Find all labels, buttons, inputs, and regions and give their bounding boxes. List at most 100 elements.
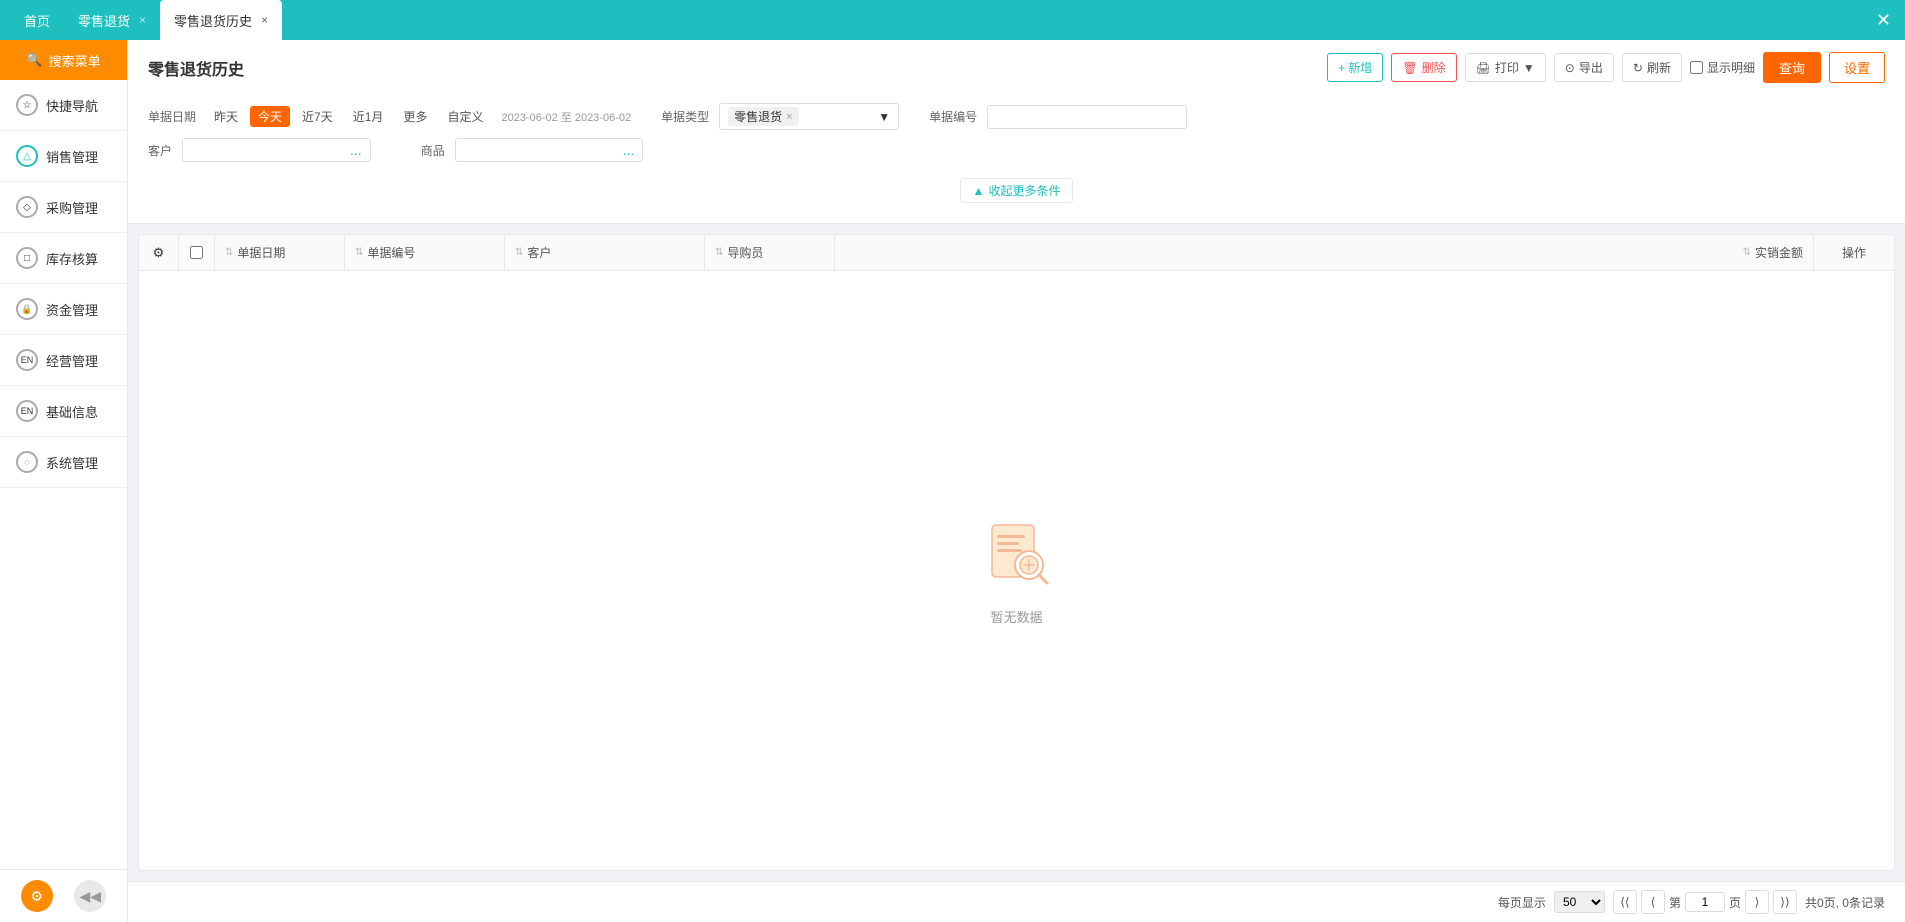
date-opt-custom[interactable]: 自定义 bbox=[439, 106, 491, 127]
date-opt-1month[interactable]: 近1月 bbox=[345, 106, 392, 127]
th-amount[interactable]: ⇅ 实销金额 bbox=[835, 235, 1814, 270]
th-customer[interactable]: ⇅ 客户 bbox=[505, 235, 705, 270]
sidebar-item-quick-nav[interactable]: ☆ 快捷导航 bbox=[0, 80, 127, 131]
search-icon: 🔍 bbox=[26, 52, 42, 68]
customer-input[interactable] bbox=[191, 143, 346, 157]
print-icon: 🖨 bbox=[1476, 61, 1491, 75]
bill-no-input[interactable] bbox=[987, 105, 1187, 129]
last-page-button[interactable]: ⟩⟩ bbox=[1773, 890, 1797, 914]
th-date-sort-icon: ⇅ bbox=[225, 247, 233, 258]
refresh-button-label: 刷新 bbox=[1647, 59, 1671, 76]
sidebar-search-button[interactable]: 🔍 搜索菜单 bbox=[0, 40, 127, 80]
page-input[interactable] bbox=[1685, 892, 1725, 912]
first-page-button[interactable]: ⟨⟨ bbox=[1613, 890, 1637, 914]
collapse-label: 收起更多条件 bbox=[988, 182, 1060, 199]
sidebar-item-basic-info-label: 基础信息 bbox=[46, 402, 98, 421]
empty-state: 暂无数据 bbox=[139, 271, 1894, 870]
setting-button[interactable]: 设置 bbox=[1829, 52, 1885, 83]
filter-row-1: 单据日期 昨天 今天 近7天 近1月 更多 自定义 2023-06-02 至 2… bbox=[148, 103, 1885, 130]
sidebar-collapse-button[interactable]: ◀◀ bbox=[74, 880, 106, 912]
bill-type-dropdown-icon: ▼ bbox=[878, 110, 890, 124]
quick-nav-icon: ☆ bbox=[16, 94, 38, 116]
sidebar-bottom: ⚙ ◀◀ bbox=[0, 869, 127, 922]
th-guide[interactable]: ⇅ 导购员 bbox=[705, 235, 835, 270]
sidebar-item-inventory-label: 库存核算 bbox=[46, 249, 98, 268]
page-header: 零售退货历史 + 新增 🗑 删除 🖨 打印 ▼ ⊙ bbox=[128, 40, 1905, 224]
date-opt-yesterday[interactable]: 昨天 bbox=[206, 106, 246, 127]
operations-icon: EN bbox=[16, 349, 38, 371]
sidebar-item-finance[interactable]: 🔒 资金管理 bbox=[0, 284, 127, 335]
sidebar-item-basic-info[interactable]: EN 基础信息 bbox=[0, 386, 127, 437]
sidebar-item-operations[interactable]: EN 经营管理 bbox=[0, 335, 127, 386]
sidebar-item-inventory[interactable]: □ 库存核算 bbox=[0, 233, 127, 284]
empty-icon bbox=[977, 515, 1057, 595]
tab-retail-return-close[interactable]: × bbox=[139, 13, 146, 27]
add-button[interactable]: + 新增 bbox=[1327, 53, 1383, 82]
date-opt-7days[interactable]: 近7天 bbox=[294, 106, 341, 127]
customer-ellipsis[interactable]: ... bbox=[350, 142, 362, 158]
bill-type-select[interactable]: 零售退货 × ▼ bbox=[719, 103, 899, 130]
select-all-checkbox[interactable] bbox=[190, 246, 203, 259]
th-action-label: 操作 bbox=[1842, 244, 1866, 261]
goods-ellipsis[interactable]: ... bbox=[623, 142, 635, 158]
total-info: 共0页, 0条记录 bbox=[1805, 894, 1885, 911]
empty-text: 暂无数据 bbox=[990, 607, 1042, 626]
delete-button[interactable]: 🗑 删除 bbox=[1391, 53, 1456, 82]
page-nav: ⟨⟨ ⟨ 第 页 ⟩ ⟩⟩ bbox=[1613, 890, 1797, 914]
sidebar-item-sales[interactable]: △ 销售管理 bbox=[0, 131, 127, 182]
purchase-icon: ◇ bbox=[16, 196, 38, 218]
next-page-button[interactable]: ⟩ bbox=[1745, 890, 1769, 914]
th-guide-sort-icon: ⇅ bbox=[715, 247, 723, 258]
query-button-label: 查询 bbox=[1779, 61, 1805, 76]
toolbar: + 新增 🗑 删除 🖨 打印 ▼ ⊙ 导出 bbox=[1327, 52, 1885, 83]
table-header: ⚙ ⇅ 单据日期 ⇅ 单据编号 ⇅ 客户 ⇅ bbox=[139, 235, 1894, 271]
sales-icon: △ bbox=[16, 145, 38, 167]
sidebar-search-label: 搜索菜单 bbox=[49, 51, 101, 70]
basic-info-icon: EN bbox=[16, 400, 38, 422]
date-opt-more[interactable]: 更多 bbox=[395, 106, 435, 127]
tab-home[interactable]: 首页 bbox=[10, 0, 64, 40]
page-unit: 页 bbox=[1729, 894, 1741, 911]
sidebar-item-operations-label: 经营管理 bbox=[46, 351, 98, 370]
th-billno-sort-icon: ⇅ bbox=[355, 247, 363, 258]
refresh-button[interactable]: ↻ 刷新 bbox=[1622, 53, 1682, 82]
goods-input[interactable] bbox=[464, 143, 619, 157]
system-icon: ◌ bbox=[16, 451, 38, 473]
customer-input-box[interactable]: ... bbox=[182, 138, 371, 162]
bill-type-tag: 零售退货 × bbox=[728, 107, 798, 126]
th-amount-label: 实销金额 bbox=[1755, 244, 1803, 261]
collapse-filter-button[interactable]: ▲ 收起更多条件 bbox=[960, 178, 1074, 203]
th-customer-label: 客户 bbox=[527, 244, 551, 261]
th-checkbox[interactable] bbox=[179, 235, 215, 270]
tab-home-label: 首页 bbox=[24, 11, 50, 30]
prev-page-button[interactable]: ⟨ bbox=[1641, 890, 1665, 914]
th-billno[interactable]: ⇅ 单据编号 bbox=[345, 235, 505, 270]
date-opt-today[interactable]: 今天 bbox=[250, 106, 290, 127]
bill-type-tag-close[interactable]: × bbox=[786, 111, 792, 123]
th-settings[interactable]: ⚙ bbox=[139, 235, 179, 270]
show-detail-checkbox[interactable] bbox=[1690, 61, 1703, 74]
tab-retail-return-history[interactable]: 零售退货历史 × bbox=[160, 0, 282, 40]
tab-retail-return-history-close[interactable]: × bbox=[261, 13, 268, 27]
page-label: 第 bbox=[1669, 894, 1681, 911]
export-button[interactable]: ⊙ 导出 bbox=[1554, 53, 1614, 82]
setting-button-label: 设置 bbox=[1844, 61, 1870, 76]
goods-input-box[interactable]: ... bbox=[455, 138, 644, 162]
sidebar-item-sales-label: 销售管理 bbox=[46, 147, 98, 166]
print-button[interactable]: 🖨 打印 ▼ bbox=[1465, 53, 1546, 82]
tab-retail-return[interactable]: 零售退货 × bbox=[64, 0, 160, 40]
query-button[interactable]: 查询 bbox=[1763, 52, 1821, 83]
sidebar-settings-button[interactable]: ⚙ bbox=[21, 880, 53, 912]
sidebar-item-purchase[interactable]: ◇ 采购管理 bbox=[0, 182, 127, 233]
per-page-select[interactable]: 10 20 50 100 bbox=[1554, 891, 1605, 913]
customer-label: 客户 bbox=[148, 142, 172, 159]
window-close-button[interactable]: ✕ bbox=[1876, 10, 1905, 31]
show-detail-checkbox-label[interactable]: 显示明细 bbox=[1690, 59, 1755, 76]
sidebar-item-system-label: 系统管理 bbox=[46, 453, 98, 472]
show-detail-label: 显示明细 bbox=[1707, 59, 1755, 76]
tab-retail-return-label: 零售退货 bbox=[78, 11, 130, 30]
th-date[interactable]: ⇅ 单据日期 bbox=[215, 235, 345, 270]
page-title: 零售退货历史 bbox=[148, 56, 244, 80]
th-customer-sort-icon: ⇅ bbox=[515, 247, 523, 258]
sidebar-item-system[interactable]: ◌ 系统管理 bbox=[0, 437, 127, 488]
